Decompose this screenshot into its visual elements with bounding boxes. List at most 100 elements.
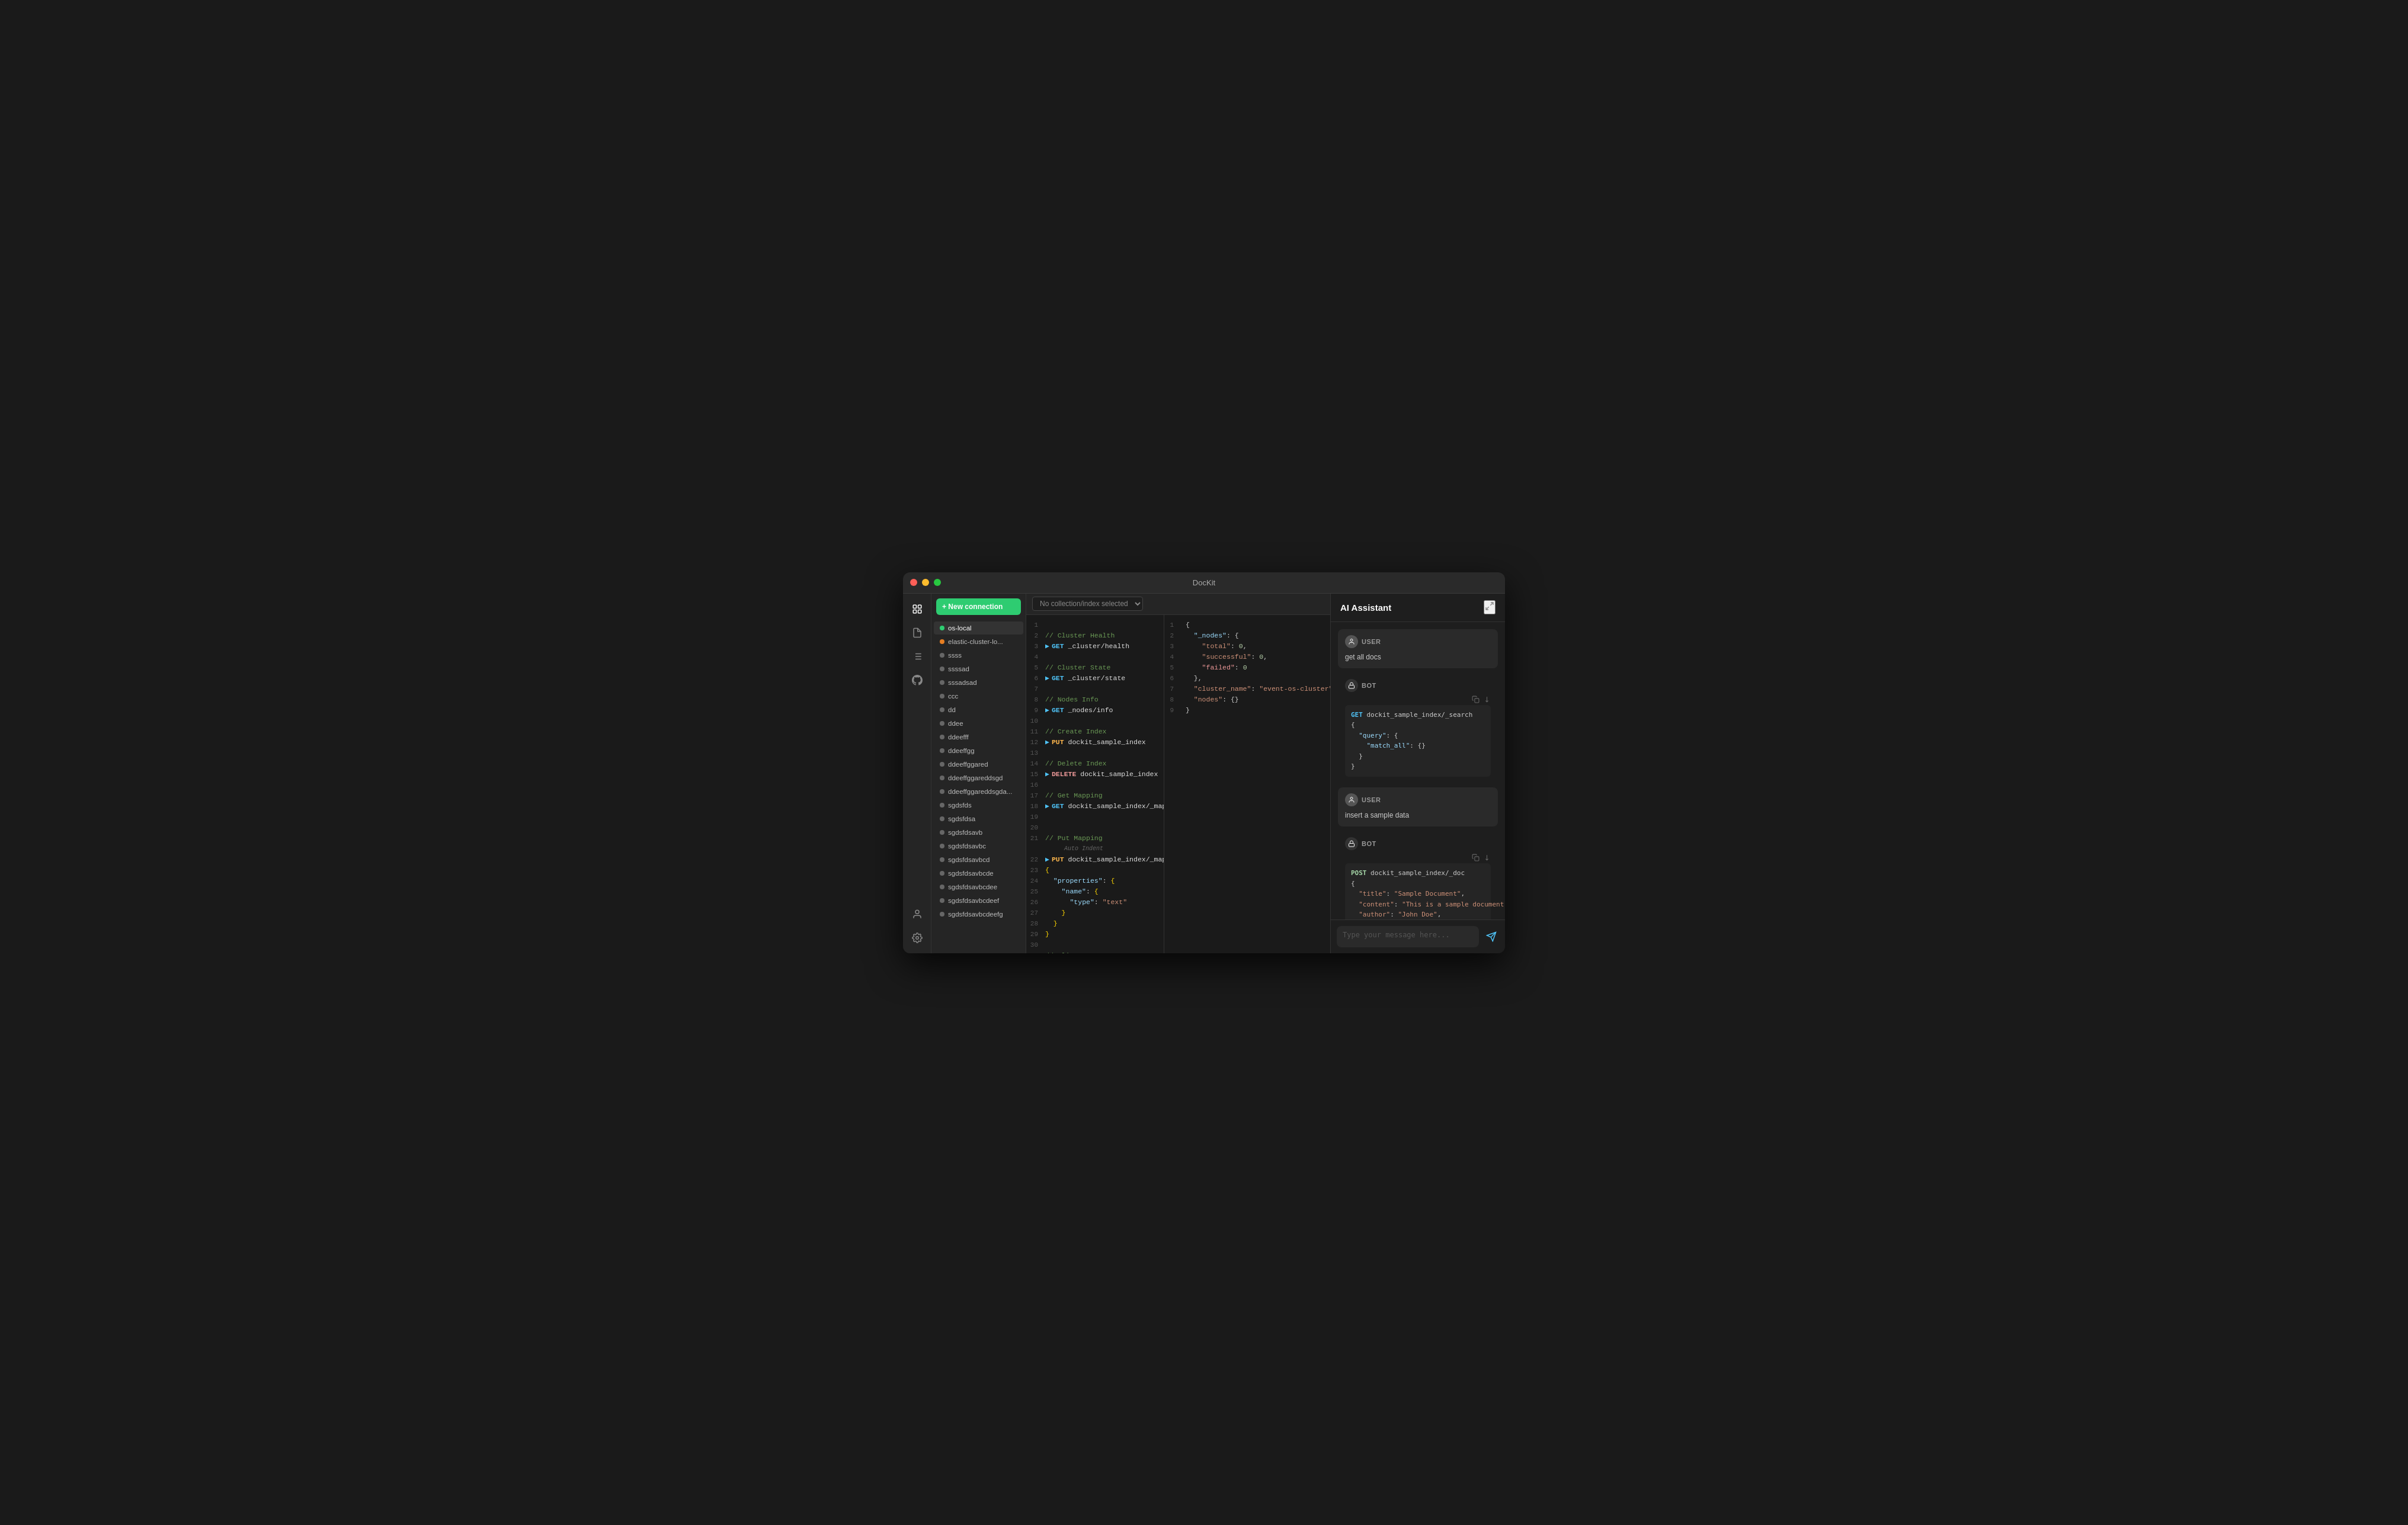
run-arrow-12[interactable]: ▶ [1045, 738, 1049, 746]
connection-item-ddeeffggareddsgd[interactable]: ddeeffggareddsgd [934, 771, 1023, 784]
connection-item-sgdsfdsavbc[interactable]: sgdsfdsavbc [934, 840, 1023, 853]
bot-avatar-2 [1345, 837, 1358, 850]
code-line-1: 1 [1026, 620, 1164, 630]
code-line-21b: 21 Auto Indent [1026, 844, 1164, 854]
ai-expand-button[interactable] [1484, 600, 1496, 614]
run-arrow-15[interactable]: ▶ [1045, 770, 1049, 778]
svg-rect-15 [1349, 685, 1354, 688]
code-line-8: 8 // Nodes Info [1026, 694, 1164, 705]
svg-rect-20 [1475, 857, 1479, 861]
conn-name: ssssad [948, 665, 969, 672]
minimize-button[interactable] [922, 579, 929, 586]
conn-name: ddeeffggareddsgd [948, 774, 1003, 781]
sidebar-github-icon[interactable] [907, 669, 928, 691]
connection-item-sgdsfdsavbcdee[interactable]: sgdsfdsavbcdee [934, 880, 1023, 893]
connection-item-os-local[interactable]: os-local [934, 621, 1023, 635]
copy-button-2[interactable] [1472, 854, 1480, 863]
run-arrow-22[interactable]: ▶ [1045, 856, 1049, 863]
connection-item-sssadsad[interactable]: sssadsad [934, 676, 1023, 689]
connection-item-sgdsfdsavbcdeef[interactable]: sgdsfdsavbcdeef [934, 894, 1023, 907]
connection-item-ssssad[interactable]: ssssad [934, 662, 1023, 675]
connection-item-sgdsfdsа[interactable]: sgdsfdsа [934, 812, 1023, 825]
result-line-8: 8 "nodes": {} [1169, 694, 1325, 705]
sidebar-files-icon[interactable] [907, 622, 928, 643]
connection-item-ddeeffggared[interactable]: ddeeffggared [934, 758, 1023, 771]
msg-text-1: get all docs [1345, 652, 1491, 662]
conn-status-dot [940, 667, 944, 671]
conn-name: sgdsfdsavb [948, 829, 982, 836]
ai-message-user-2: USER insert a sample data [1338, 787, 1498, 826]
run-arrow-9[interactable]: ▶ [1045, 706, 1049, 714]
run-arrow-18[interactable]: ▶ [1045, 802, 1049, 810]
ai-send-button[interactable] [1484, 929, 1499, 947]
conn-status-dot [940, 898, 944, 903]
new-connection-button[interactable]: + New connection [936, 598, 1021, 615]
conn-status-dot [940, 912, 944, 917]
user-avatar-2 [1345, 793, 1358, 806]
conn-status-dot [940, 816, 944, 821]
conn-name: sgdsfdsavbcdeef [948, 897, 999, 904]
code-line-14: 14 // Delete Index [1026, 758, 1164, 769]
connection-item-ddeeffgg[interactable]: ddeeffgg [934, 744, 1023, 757]
connection-item-ssss[interactable]: ssss [934, 649, 1023, 662]
connection-item-sgdsfdsavbcdeefg[interactable]: sgdsfdsavbcdeefg [934, 908, 1023, 921]
code-line-20: 20 [1026, 822, 1164, 833]
connection-item-sgdsfdsavbcd[interactable]: sgdsfdsavbcd [934, 853, 1023, 866]
conn-status-dot [940, 857, 944, 862]
ai-messages-list: USER get all docs BOT [1331, 622, 1505, 920]
code-line-2: 2 // Cluster Health [1026, 630, 1164, 641]
traffic-lights [910, 579, 941, 586]
maximize-button[interactable] [934, 579, 941, 586]
msg-code-1: GET dockit_sample_index/_search { "query… [1345, 705, 1491, 777]
code-line-22: 22 ▶PUT dockit_sample_index/_mapping [1026, 854, 1164, 865]
conn-name: ccc [948, 693, 958, 700]
code-line-26: 26 "type": "text" [1026, 897, 1164, 908]
result-line-5: 5 "failed": 0 [1169, 662, 1325, 673]
insert-button-1[interactable] [1483, 696, 1491, 705]
conn-status-dot [940, 694, 944, 699]
code-line-23: 23 { [1026, 865, 1164, 876]
code-line-17: 17 // Get Mapping [1026, 790, 1164, 801]
msg-actions-2 [1345, 854, 1491, 863]
conn-name: ssss [948, 652, 962, 659]
close-button[interactable] [910, 579, 917, 586]
svg-rect-19 [1349, 844, 1354, 847]
sidebar-list-icon[interactable] [907, 646, 928, 667]
svg-rect-16 [1475, 698, 1479, 702]
ai-message-input[interactable] [1337, 926, 1479, 947]
conn-name: sgdsfdsavbcde [948, 870, 994, 877]
run-arrow-3[interactable]: ▶ [1045, 642, 1049, 650]
conn-status-dot [940, 776, 944, 780]
code-line-31: 31 // Aliases [1026, 950, 1164, 953]
connection-item-ddeeffggareddsgda[interactable]: ddeeffggareddsgda... [934, 785, 1023, 798]
collection-select[interactable]: No collection/index selected [1032, 597, 1143, 611]
code-editor[interactable]: 1 2 // Cluster Health 3 ▶GET _cluster/he… [1026, 615, 1164, 953]
ai-message-user-1: USER get all docs [1338, 629, 1498, 668]
conn-name: ddee [948, 720, 963, 727]
svg-line-12 [1490, 603, 1493, 605]
code-line-29: 29 } [1026, 929, 1164, 940]
ai-message-bot-2: BOT POST do [1338, 831, 1498, 919]
run-arrow-6[interactable]: ▶ [1045, 674, 1049, 682]
connection-item-ddeefff[interactable]: ddeefff [934, 731, 1023, 744]
copy-button-1[interactable] [1472, 696, 1480, 705]
connection-item-ddee[interactable]: ddee [934, 717, 1023, 730]
sidebar-connections-icon[interactable] [907, 598, 928, 620]
connection-item-elastic-cluster[interactable]: elastic-cluster-lo... [934, 635, 1023, 648]
connection-item-sgdsfdsavbcde[interactable]: sgdsfdsavbcde [934, 867, 1023, 880]
conn-name: sgdsfds [948, 802, 972, 809]
code-line-15: 15 ▶DELETE dockit_sample_index [1026, 769, 1164, 780]
connection-item-dd[interactable]: dd [934, 703, 1023, 716]
sidebar-user-icon[interactable] [907, 904, 928, 925]
code-line-4: 4 [1026, 652, 1164, 662]
code-line-7: 7 [1026, 684, 1164, 694]
code-line-19: 19 [1026, 812, 1164, 822]
sidebar-settings-icon[interactable] [907, 927, 928, 949]
connection-item-sgdsfds[interactable]: sgdsfds [934, 799, 1023, 812]
insert-button-2[interactable] [1483, 854, 1491, 863]
connection-item-ccc[interactable]: ccc [934, 690, 1023, 703]
connection-item-sgdsfdsavb[interactable]: sgdsfdsavb [934, 826, 1023, 839]
conn-name: ddeeffggared [948, 761, 988, 768]
conn-status-dot [940, 885, 944, 889]
ai-header: AI Assistant [1331, 594, 1505, 622]
